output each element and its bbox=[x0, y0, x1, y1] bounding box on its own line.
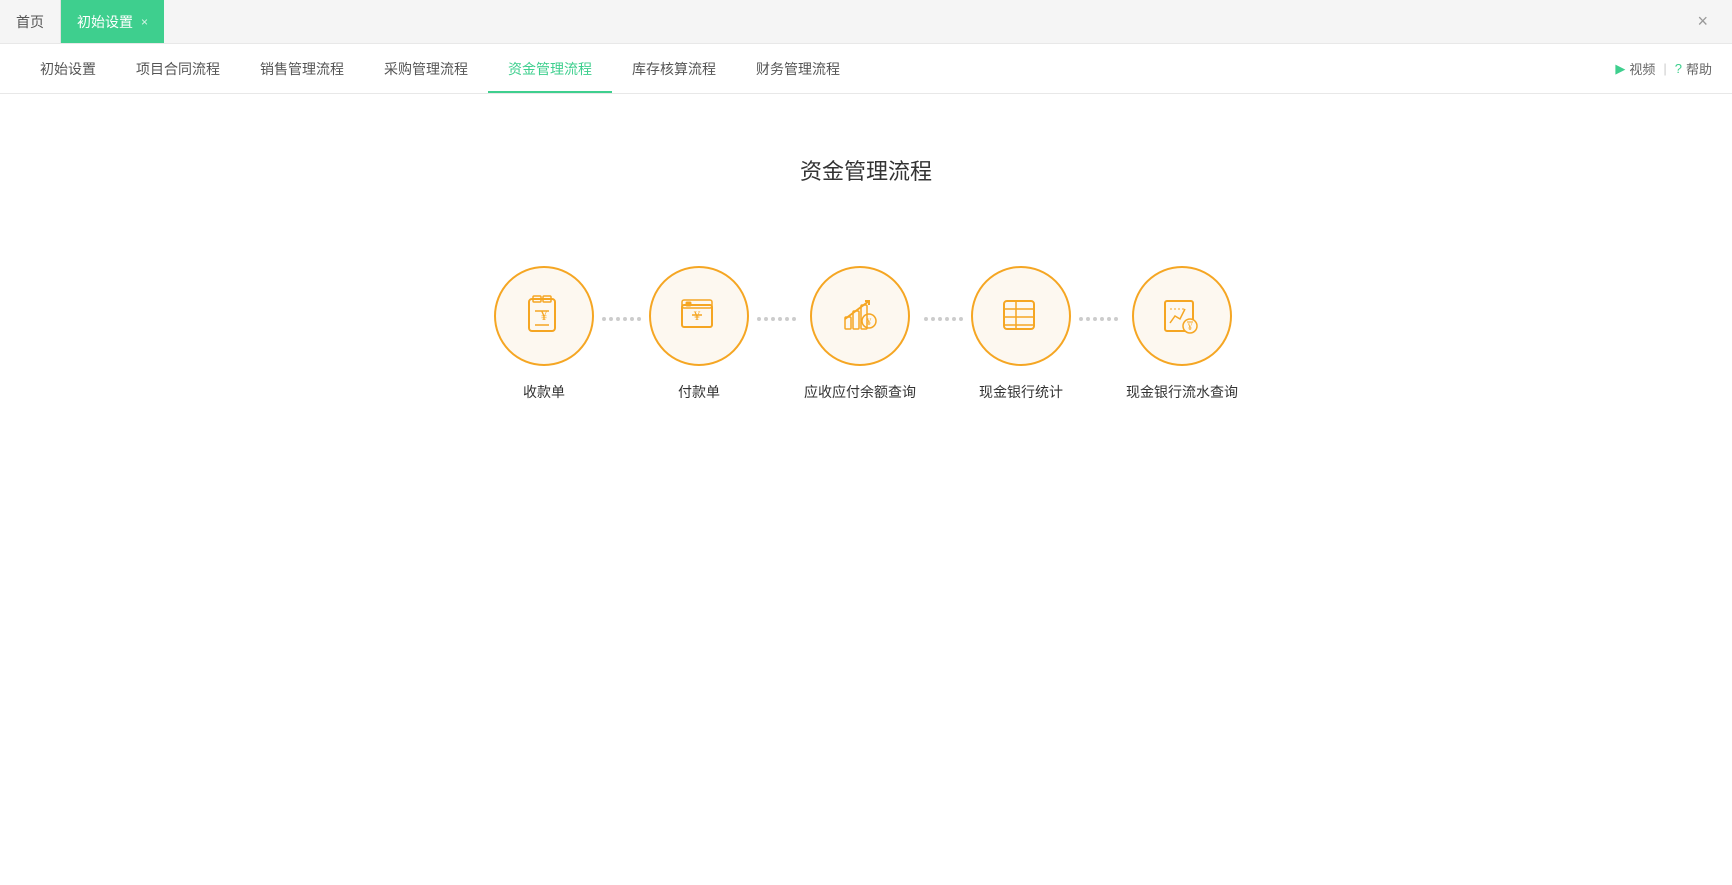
flow-item-payment-order[interactable]: ¥ 付款单 bbox=[649, 266, 749, 402]
close-window-button[interactable]: × bbox=[1689, 11, 1716, 32]
video-label: 视频 bbox=[1629, 59, 1655, 78]
nav-bar: 初始设置 项目合同流程 销售管理流程 采购管理流程 资金管理流程 库存核算流程 … bbox=[0, 44, 1732, 94]
cash-bank-flow-label: 现金银行流水查询 bbox=[1126, 382, 1238, 402]
nav-item-sales-management-label: 销售管理流程 bbox=[260, 59, 344, 79]
payment-icon: ¥ bbox=[674, 291, 724, 341]
flow-item-receipt-order[interactable]: ¥ 收款单 bbox=[494, 266, 594, 402]
help-icon: ? bbox=[1675, 61, 1682, 76]
nav-item-purchase-management[interactable]: 采购管理流程 bbox=[364, 44, 488, 93]
page-title: 资金管理流程 bbox=[800, 154, 932, 186]
cash-bank-stats-label: 现金银行统计 bbox=[979, 382, 1063, 402]
payment-order-icon-circle[interactable]: ¥ bbox=[649, 266, 749, 366]
close-tab-button[interactable]: × bbox=[141, 15, 148, 29]
nav-item-sales-management[interactable]: 销售管理流程 bbox=[240, 44, 364, 93]
cash-bank-stats-icon-circle[interactable] bbox=[971, 266, 1071, 366]
top-bar: 首页 初始设置 × × bbox=[0, 0, 1732, 44]
help-label: 帮助 bbox=[1686, 59, 1712, 78]
receipt-order-label: 收款单 bbox=[523, 382, 565, 402]
receivable-balance-label: 应收应付余额查询 bbox=[804, 382, 916, 402]
video-link[interactable]: ▶ 视频 bbox=[1615, 59, 1655, 78]
arrow-1 bbox=[602, 317, 641, 321]
balance-icon: ¥ bbox=[835, 291, 885, 341]
nav-item-financial-management[interactable]: 财务管理流程 bbox=[736, 44, 860, 93]
help-link[interactable]: ? 帮助 bbox=[1675, 59, 1712, 78]
flow-item-receivable-balance[interactable]: ¥ 应收应付余额查询 bbox=[804, 266, 916, 402]
receipt-icon: ¥ bbox=[519, 291, 569, 341]
nav-item-capital-management-label: 资金管理流程 bbox=[508, 59, 592, 79]
arrow-4 bbox=[1079, 317, 1118, 321]
home-tab-label: 首页 bbox=[16, 12, 44, 32]
bank-icon bbox=[996, 291, 1046, 341]
nav-right: ▶ 视频 | ? 帮助 bbox=[1615, 59, 1712, 78]
nav-item-inventory-calculation[interactable]: 库存核算流程 bbox=[612, 44, 736, 93]
flow-item-cash-bank-stats[interactable]: 现金银行统计 bbox=[971, 266, 1071, 402]
nav-item-project-contract-label: 项目合同流程 bbox=[136, 59, 220, 79]
nav-item-inventory-calculation-label: 库存核算流程 bbox=[632, 59, 716, 79]
divider: | bbox=[1663, 61, 1666, 76]
svg-text:¥: ¥ bbox=[1188, 322, 1193, 332]
receipt-order-icon-circle[interactable]: ¥ bbox=[494, 266, 594, 366]
nav-item-purchase-management-label: 采购管理流程 bbox=[384, 59, 468, 79]
nav-item-capital-management[interactable]: 资金管理流程 bbox=[488, 44, 612, 93]
home-tab[interactable]: 首页 bbox=[0, 0, 61, 43]
arrow-3 bbox=[924, 317, 963, 321]
arrow-2 bbox=[757, 317, 796, 321]
svg-text:¥: ¥ bbox=[867, 317, 872, 327]
payment-order-label: 付款单 bbox=[678, 382, 720, 402]
flow-icon: ¥ bbox=[1157, 291, 1207, 341]
flow-item-cash-bank-flow[interactable]: ¥ 现金银行流水查询 bbox=[1126, 266, 1238, 402]
nav-item-financial-management-label: 财务管理流程 bbox=[756, 59, 840, 79]
nav-item-initial-setup[interactable]: 初始设置 bbox=[20, 44, 116, 93]
main-content: 资金管理流程 ¥ 收款单 bbox=[0, 94, 1732, 462]
receivable-balance-icon-circle[interactable]: ¥ bbox=[810, 266, 910, 366]
cash-bank-flow-icon-circle[interactable]: ¥ bbox=[1132, 266, 1232, 366]
flow-row: ¥ 收款单 ¥ 付款单 bbox=[494, 266, 1238, 402]
active-tab-label: 初始设置 bbox=[77, 12, 133, 32]
nav-item-initial-setup-label: 初始设置 bbox=[40, 59, 96, 79]
top-bar-right: × bbox=[1689, 11, 1732, 32]
nav-item-project-contract[interactable]: 项目合同流程 bbox=[116, 44, 240, 93]
active-tab[interactable]: 初始设置 × bbox=[61, 0, 164, 43]
play-icon: ▶ bbox=[1615, 61, 1625, 77]
